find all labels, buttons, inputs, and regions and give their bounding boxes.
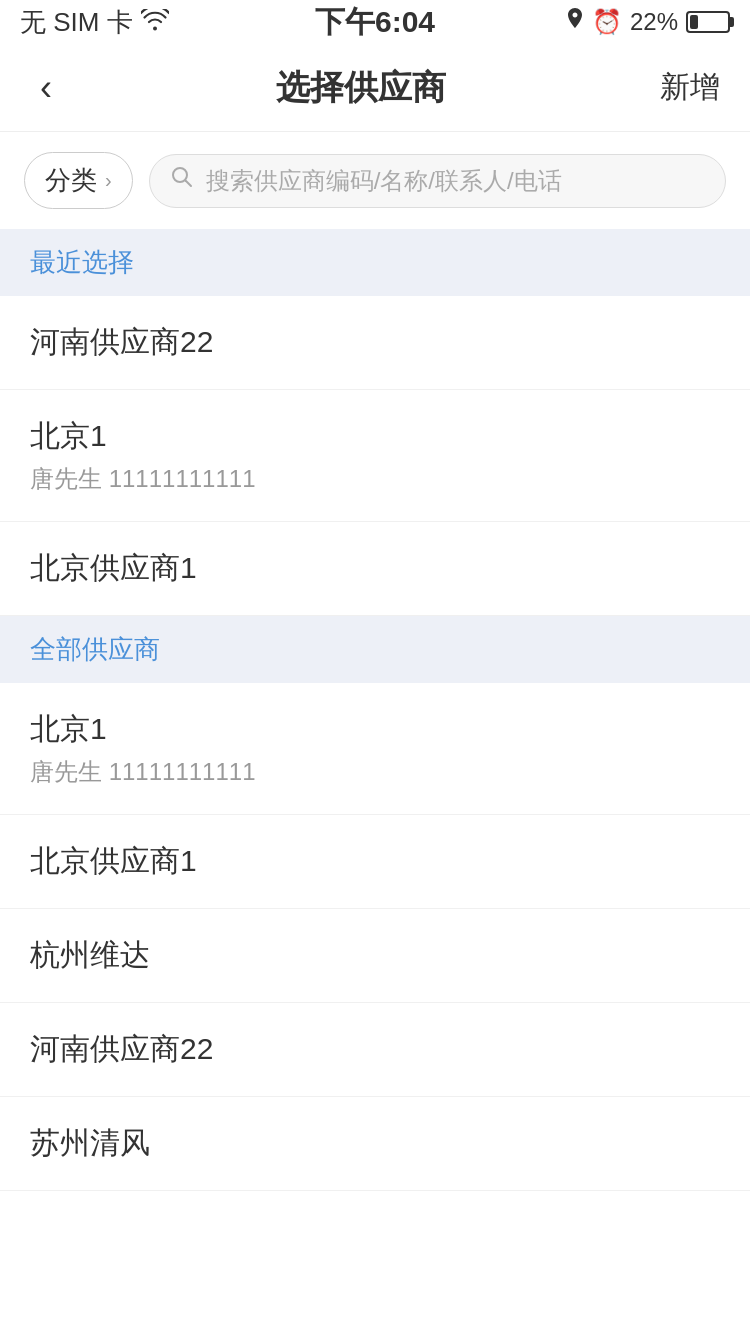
item-name: 杭州维达 xyxy=(30,935,720,976)
item-name: 河南供应商22 xyxy=(30,1029,720,1070)
list-item[interactable]: 北京1 唐先生 11111111111 xyxy=(0,390,750,522)
category-button[interactable]: 分类 › xyxy=(24,152,133,209)
item-name: 河南供应商22 xyxy=(30,322,720,363)
search-icon xyxy=(170,165,194,196)
list-item[interactable]: 河南供应商22 xyxy=(0,296,750,390)
list-item[interactable]: 北京1 唐先生 11111111111 xyxy=(0,683,750,815)
recent-list: 河南供应商22 北京1 唐先生 11111111111 北京供应商1 xyxy=(0,296,750,616)
status-left: 无 SIM 卡 xyxy=(20,5,169,40)
nav-bar: ‹ 选择供应商 新增 xyxy=(0,44,750,132)
item-sub: 唐先生 11111111111 xyxy=(30,756,720,788)
search-box[interactable]: 搜索供应商编码/名称/联系人/电话 xyxy=(149,154,726,208)
status-right: ⏰ 22% xyxy=(566,8,730,36)
item-name: 北京供应商1 xyxy=(30,841,720,882)
alarm-icon: ⏰ xyxy=(592,8,622,36)
category-label: 分类 xyxy=(45,163,97,198)
battery-pct: 22% xyxy=(630,8,678,36)
svg-line-1 xyxy=(185,181,191,187)
list-item[interactable]: 河南供应商22 xyxy=(0,1003,750,1097)
page-title: 选择供应商 xyxy=(276,65,446,111)
all-list: 北京1 唐先生 11111111111 北京供应商1 杭州维达 河南供应商22 … xyxy=(0,683,750,1191)
list-item[interactable]: 苏州清风 xyxy=(0,1097,750,1191)
all-section-header: 全部供应商 xyxy=(0,616,750,683)
item-sub: 唐先生 11111111111 xyxy=(30,463,720,495)
filter-bar: 分类 › 搜索供应商编码/名称/联系人/电话 xyxy=(0,132,750,229)
wifi-icon xyxy=(141,7,169,38)
chevron-right-icon: › xyxy=(105,169,112,192)
battery-icon xyxy=(686,11,730,33)
carrier-text: 无 SIM 卡 xyxy=(20,5,133,40)
recent-section-header: 最近选择 xyxy=(0,229,750,296)
item-name: 北京1 xyxy=(30,709,720,750)
back-button[interactable]: ‹ xyxy=(30,57,62,119)
list-item[interactable]: 杭州维达 xyxy=(0,909,750,1003)
status-bar: 无 SIM 卡 下午6:04 ⏰ 22% xyxy=(0,0,750,44)
item-name: 北京供应商1 xyxy=(30,548,720,589)
status-time: 下午6:04 xyxy=(315,2,435,43)
list-item[interactable]: 北京供应商1 xyxy=(0,815,750,909)
location-icon xyxy=(566,8,584,36)
search-placeholder-text: 搜索供应商编码/名称/联系人/电话 xyxy=(206,165,562,197)
add-button[interactable]: 新增 xyxy=(660,67,720,108)
list-item[interactable]: 北京供应商1 xyxy=(0,522,750,616)
item-name: 北京1 xyxy=(30,416,720,457)
item-name: 苏州清风 xyxy=(30,1123,720,1164)
